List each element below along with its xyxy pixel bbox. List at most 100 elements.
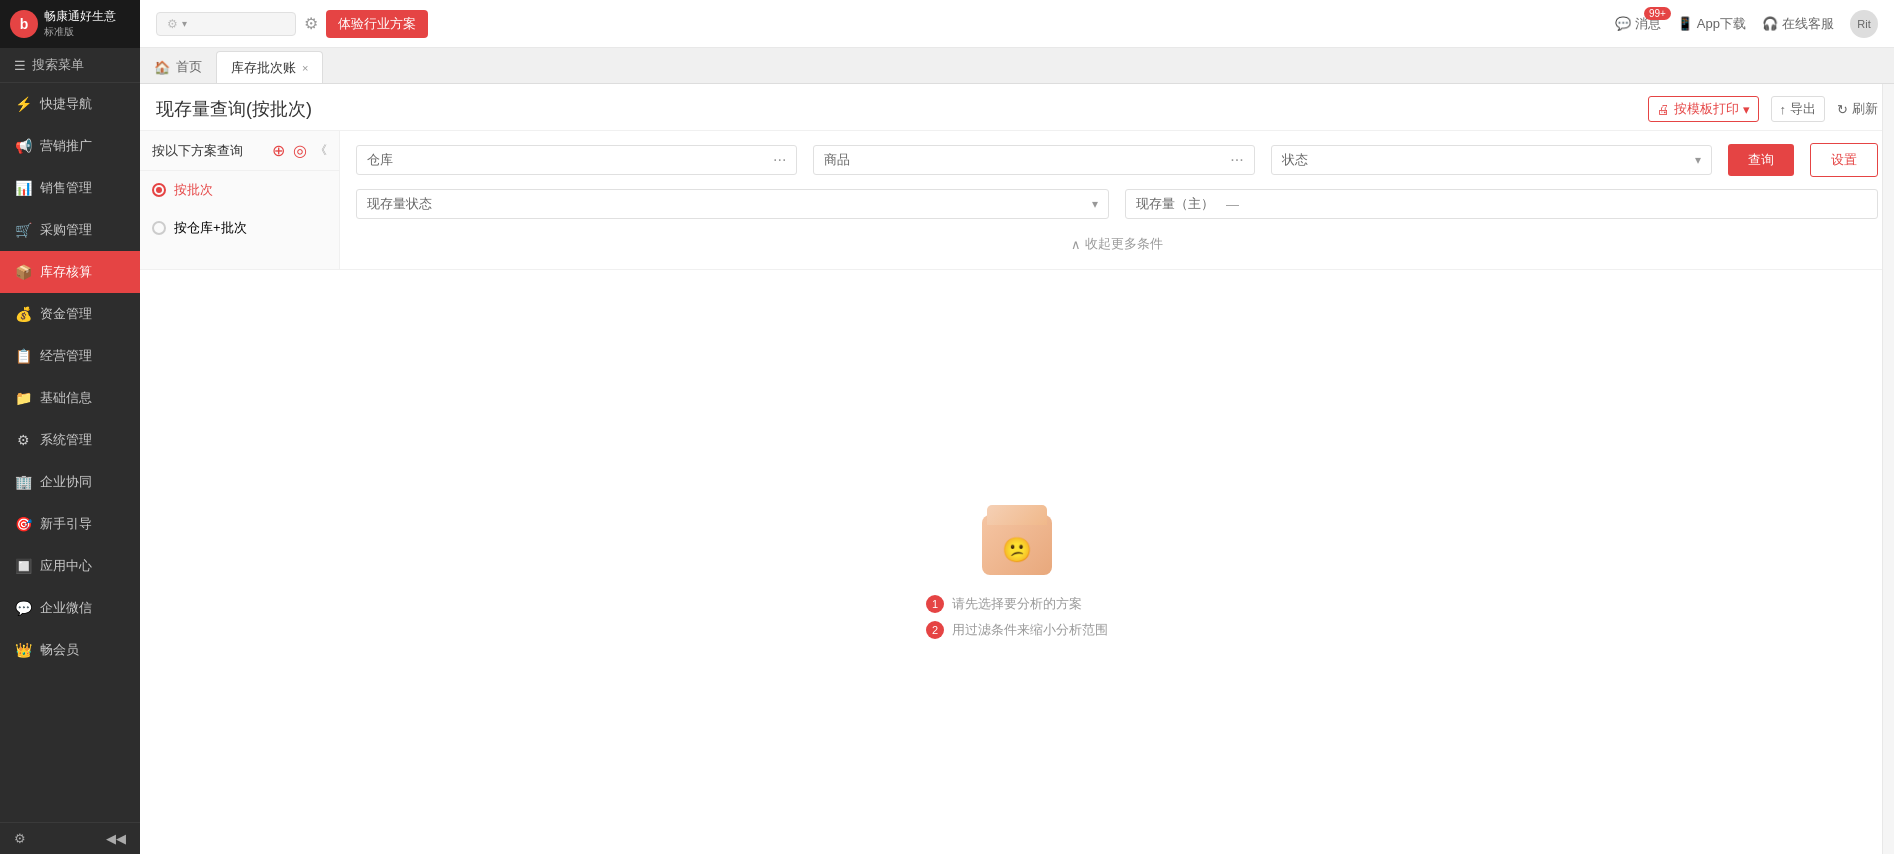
page-title: 现存量查询(按批次): [156, 97, 312, 121]
user-profile-btn[interactable]: Rit: [1850, 10, 1878, 38]
app-download-btn[interactable]: 📱 App下载: [1677, 15, 1746, 33]
sidebar-item-newbie[interactable]: 🎯 新手引导: [0, 503, 140, 545]
warehouse-field[interactable]: 仓库 ···: [356, 145, 797, 175]
topbar-left: ⚙ ▾ ⚙ 体验行业方案: [156, 10, 1605, 38]
topbar-right: 💬 消息 99+ 📱 App下载 🎧 在线客服 Rit: [1615, 10, 1878, 38]
tip-2-text: 用过滤条件来缩小分析范围: [952, 621, 1108, 639]
sidebar-item-quick-nav[interactable]: ⚡ 快捷导航: [0, 83, 140, 125]
warehouse-dots[interactable]: ···: [773, 151, 786, 169]
tab-home[interactable]: 🏠 首页: [140, 51, 216, 83]
sidebar-item-label: 营销推广: [40, 137, 92, 155]
collapse-left-icon[interactable]: 《: [315, 142, 327, 159]
plan-settings-icon[interactable]: ◎: [293, 141, 307, 160]
empty-state: 😕 1 请先选择要分析的方案 2 用过滤条件来缩小分析范围: [926, 485, 1108, 639]
sidebar-item-basic-info[interactable]: 📁 基础信息: [0, 377, 140, 419]
sales-icon: 📊: [14, 180, 32, 196]
inventory-icon: 📦: [14, 264, 32, 280]
print-dropdown-icon: ▾: [1743, 102, 1750, 117]
sidebar-search[interactable]: ☰ 搜索菜单: [0, 48, 140, 83]
stock-status-label: 现存量状态: [367, 195, 432, 213]
filter-collapse-row[interactable]: ∧ 收起更多条件: [356, 231, 1878, 257]
tip-num-1: 1: [926, 595, 944, 613]
left-panel-header: 按以下方案查询 ⊕ ◎ 《: [140, 131, 339, 171]
status-field[interactable]: 状态 ▾: [1271, 145, 1712, 175]
sidebar-item-label: 企业微信: [40, 599, 92, 617]
export-btn[interactable]: ↑ 导出: [1771, 96, 1826, 122]
filter-area: 按以下方案查询 ⊕ ◎ 《 按批次 按仓库+批次: [140, 131, 1894, 270]
right-scrollbar[interactable]: [1882, 84, 1894, 854]
sidebar-item-wechat[interactable]: 💬 企业微信: [0, 587, 140, 629]
tab-close-icon[interactable]: ×: [302, 62, 308, 74]
sidebar-item-operation[interactable]: 📋 经营管理: [0, 335, 140, 377]
plan-item-label: 按批次: [174, 181, 213, 199]
stock-quantity-field[interactable]: 现存量（主） —: [1125, 189, 1878, 219]
app-download-icon: 📱: [1677, 16, 1693, 31]
quantity-dash: —: [1226, 197, 1239, 212]
sidebar-item-label: 系统管理: [40, 431, 92, 449]
sidebar-item-marketing[interactable]: 📢 营销推广: [0, 125, 140, 167]
filter-setting-btn[interactable]: 设置: [1810, 143, 1878, 177]
sidebar-item-label: 经营管理: [40, 347, 92, 365]
messages-btn[interactable]: 💬 消息 99+: [1615, 15, 1661, 33]
main-area: ⚙ ▾ ⚙ 体验行业方案 💬 消息 99+ 📱 App下载 🎧 在线客服: [140, 0, 1894, 854]
left-panel: 按以下方案查询 ⊕ ◎ 《 按批次 按仓库+批次: [140, 131, 340, 269]
message-icon: 💬: [1615, 16, 1631, 31]
status-label: 状态: [1282, 151, 1308, 169]
left-panel-actions: ⊕ ◎ 《: [272, 141, 327, 160]
sidebar-item-label: 应用中心: [40, 557, 92, 575]
sidebar-item-member[interactable]: 👑 畅会员: [0, 629, 140, 671]
sidebar-item-label: 基础信息: [40, 389, 92, 407]
sidebar-header: b 畅康通好生意 标准版: [0, 0, 140, 48]
refresh-label: 刷新: [1852, 100, 1878, 118]
topbar: ⚙ ▾ ⚙ 体验行业方案 💬 消息 99+ 📱 App下载 🎧 在线客服: [140, 0, 1894, 48]
industry-btn[interactable]: 体验行业方案: [326, 10, 428, 38]
member-icon: 👑: [14, 642, 32, 658]
user-name: Rit: [1857, 18, 1870, 30]
empty-illustration: 😕: [967, 485, 1067, 575]
empty-tips: 1 请先选择要分析的方案 2 用过滤条件来缩小分析范围: [926, 595, 1108, 639]
stock-status-field[interactable]: 现存量状态 ▾: [356, 189, 1109, 219]
sidebar-item-purchase[interactable]: 🛒 采购管理: [0, 209, 140, 251]
home-icon: 🏠: [154, 60, 170, 75]
filter-row-1: 仓库 ··· 商品 ··· 状态 ▾ 查询 设置: [356, 143, 1878, 177]
app-company: 畅康通好生意: [44, 9, 116, 25]
online-service-label: 在线客服: [1782, 15, 1834, 33]
sidebar-item-apps[interactable]: 🔲 应用中心: [0, 545, 140, 587]
page-header-actions: 🖨 按模板打印 ▾ ↑ 导出 ↻ 刷新: [1648, 96, 1879, 122]
export-label: 导出: [1790, 100, 1816, 118]
topbar-gear-icon[interactable]: ⚙: [304, 14, 318, 33]
app-info: 畅康通好生意 标准版: [44, 9, 116, 39]
user-avatar: Rit: [1850, 10, 1878, 38]
print-btn[interactable]: 🖨 按模板打印 ▾: [1648, 96, 1759, 122]
tab-inventory-batch[interactable]: 库存批次账 ×: [216, 51, 323, 83]
page-header: 现存量查询(按批次) 🖨 按模板打印 ▾ ↑ 导出 ↻ 刷新: [140, 84, 1894, 131]
newbie-icon: 🎯: [14, 516, 32, 532]
stock-quantity-label: 现存量（主）: [1136, 195, 1214, 213]
settings-icon[interactable]: ⚙: [14, 831, 26, 846]
sidebar-item-finance[interactable]: 💰 资金管理: [0, 293, 140, 335]
add-plan-icon[interactable]: ⊕: [272, 141, 285, 160]
sidebar-item-label: 销售管理: [40, 179, 92, 197]
main-body: 😕 1 请先选择要分析的方案 2 用过滤条件来缩小分析范围: [140, 270, 1894, 854]
sidebar-item-inventory[interactable]: 📦 库存核算: [0, 251, 140, 293]
product-dots[interactable]: ···: [1230, 151, 1243, 169]
refresh-icon: ↻: [1837, 102, 1848, 117]
empty-box-graphic: 😕: [982, 515, 1052, 575]
export-icon: ↑: [1780, 102, 1787, 117]
sidebar-item-sales[interactable]: 📊 销售管理: [0, 167, 140, 209]
sidebar-item-enterprise[interactable]: 🏢 企业协同: [0, 461, 140, 503]
collapse-up-icon: ∧: [1071, 237, 1081, 252]
wechat-icon: 💬: [14, 600, 32, 616]
finance-icon: 💰: [14, 306, 32, 322]
query-btn[interactable]: 查询: [1728, 144, 1794, 176]
product-field[interactable]: 商品 ···: [813, 145, 1254, 175]
app-download-label: App下载: [1697, 15, 1746, 33]
plan-item-by-warehouse-batch[interactable]: 按仓库+批次: [140, 209, 339, 247]
refresh-btn[interactable]: ↻ 刷新: [1837, 100, 1878, 118]
collapse-sidebar-icon[interactable]: ◀◀: [106, 831, 126, 846]
online-service-btn[interactable]: 🎧 在线客服: [1762, 15, 1834, 33]
sidebar-item-system[interactable]: ⚙ 系统管理: [0, 419, 140, 461]
plan-item-by-batch[interactable]: 按批次: [140, 171, 339, 209]
topbar-search-box[interactable]: ⚙ ▾: [156, 12, 296, 36]
tip-num-2: 2: [926, 621, 944, 639]
